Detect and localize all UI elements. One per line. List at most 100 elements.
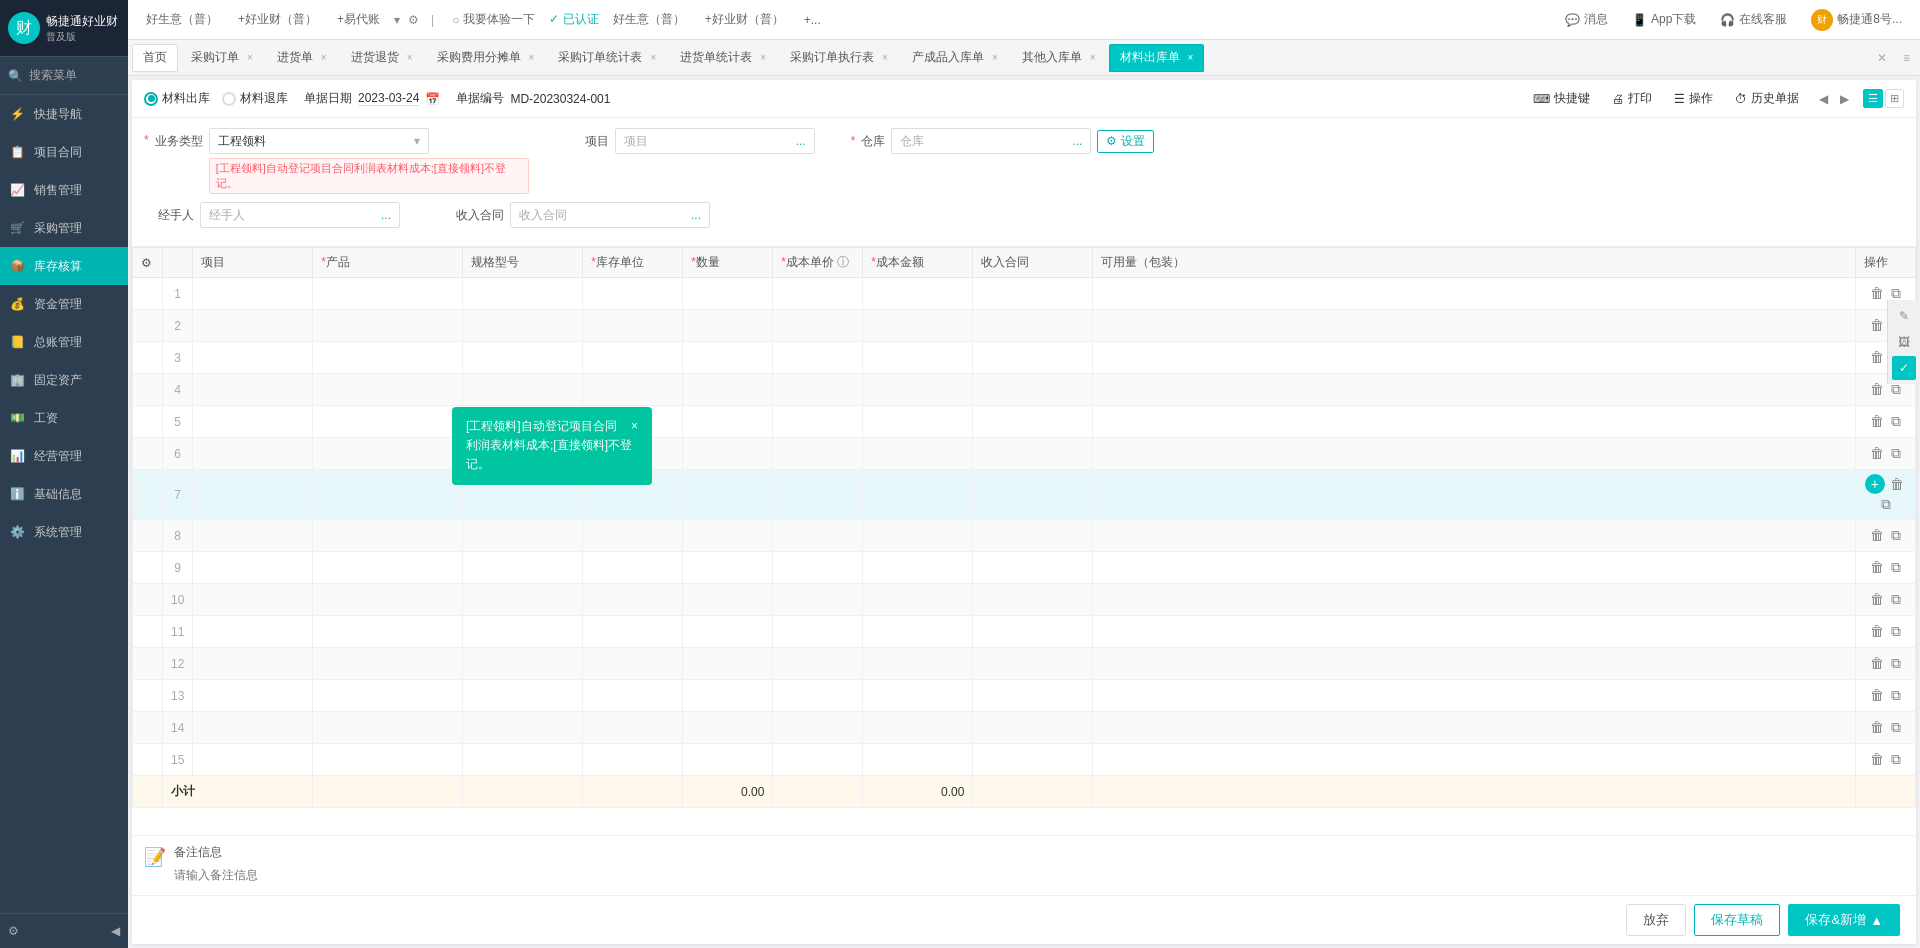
warehouse-input[interactable]: 仓库 ... [891, 128, 1091, 154]
tab-close-all-icon[interactable]: ✕ [1871, 49, 1893, 67]
row-qty-cell[interactable] [683, 552, 773, 584]
row-cost-price-cell[interactable] [773, 552, 863, 584]
row-cost-amount-cell[interactable] [863, 374, 973, 406]
row-project-cell[interactable] [193, 342, 313, 374]
row-unit-cell[interactable] [583, 680, 683, 712]
row-unit-cell[interactable] [583, 584, 683, 616]
topbar-message[interactable]: 💬 消息 [1559, 9, 1614, 30]
delete-row-btn[interactable]: 🗑 [1868, 315, 1886, 335]
row-cost-price-cell[interactable] [773, 406, 863, 438]
sidebar-collapse-icon[interactable]: ◀ [111, 924, 120, 938]
row-project-input[interactable] [201, 488, 304, 502]
income-contract-input[interactable]: 收入合同 ... [510, 202, 710, 228]
row-product-input[interactable] [321, 488, 454, 502]
row-spec-cell[interactable] [463, 744, 583, 776]
row-unit-cell[interactable] [583, 648, 683, 680]
settings-btn[interactable]: ⚙ 设置 [1097, 130, 1154, 153]
row-cost-price-cell[interactable] [773, 520, 863, 552]
delete-row-btn[interactable]: 🗑 [1868, 347, 1886, 367]
operation-btn[interactable]: ☰ 操作 [1668, 88, 1719, 109]
sidebar-item-finance[interactable]: 💰资金管理 [0, 285, 128, 323]
copy-row-btn[interactable]: ⧉ [1889, 653, 1903, 674]
sidebar-item-inventory[interactable]: 📦库存核算 [0, 247, 128, 285]
history-btn[interactable]: ⏱ 历史单据 [1729, 88, 1805, 109]
print-btn[interactable]: 🖨 打印 [1606, 88, 1658, 109]
row-product-cell[interactable] [313, 406, 463, 438]
row-project-cell[interactable] [193, 310, 313, 342]
delete-row-btn[interactable]: 🗑 [1868, 379, 1886, 399]
save-new-button[interactable]: 保存&新增 ▲ [1788, 904, 1900, 936]
row-project-cell[interactable] [193, 680, 313, 712]
row-available-qty-cell[interactable] [1093, 648, 1856, 680]
row-available-qty-cell[interactable] [1093, 470, 1856, 520]
row-available-qty-cell[interactable] [1093, 552, 1856, 584]
row-unit-cell[interactable] [583, 712, 683, 744]
row-income-contract-cell[interactable] [973, 438, 1093, 470]
row-spec-cell[interactable] [463, 278, 583, 310]
row-spec-cell[interactable] [463, 310, 583, 342]
row-income-contract-cell[interactable] [973, 712, 1093, 744]
sidebar-item-fixed-assets[interactable]: 🏢固定资产 [0, 361, 128, 399]
row-product-cell[interactable] [313, 744, 463, 776]
tab-首页[interactable]: 首页 [132, 44, 178, 72]
discard-button[interactable]: 放弃 [1626, 904, 1686, 936]
topbar-biz-1[interactable]: 好生意（普） [607, 9, 691, 30]
row-project-cell[interactable] [193, 374, 313, 406]
info-icon[interactable]: ⓘ [837, 255, 849, 269]
sidebar-item-accounting[interactable]: 📒总账管理 [0, 323, 128, 361]
row-product-cell[interactable] [313, 374, 463, 406]
tab-close-icon[interactable]: × [882, 52, 888, 63]
row-cost-price-cell[interactable] [773, 616, 863, 648]
tab-进货单统计表[interactable]: 进货单统计表× [669, 44, 777, 72]
row-project-cell[interactable] [193, 278, 313, 310]
row-income-contract-cell[interactable] [973, 648, 1093, 680]
row-spec-cell[interactable] [463, 374, 583, 406]
topbar-dropdown-arrow[interactable]: ▾ [394, 13, 400, 27]
row-cost-price-cell[interactable] [773, 278, 863, 310]
row-cost-price-cell[interactable] [773, 470, 863, 520]
row-unit-cell[interactable] [583, 374, 683, 406]
row-spec-cell[interactable] [463, 342, 583, 374]
delete-row-btn[interactable]: 🗑 [1868, 749, 1886, 769]
row-cost-amount-cell[interactable] [863, 744, 973, 776]
row-product-cell[interactable] [313, 680, 463, 712]
copy-row-btn[interactable]: ⧉ [1889, 411, 1903, 432]
row-cost-price-cell[interactable] [773, 374, 863, 406]
tab-采购费用分摊单[interactable]: 采购费用分摊单× [426, 44, 546, 72]
row-cost-price-cell[interactable] [773, 648, 863, 680]
delete-row-btn[interactable]: 🗑 [1868, 557, 1886, 577]
row-qty-cell[interactable] [683, 744, 773, 776]
row-available-qty-cell[interactable] [1093, 712, 1856, 744]
topbar-nav-1[interactable]: 好生意（普） [140, 9, 224, 30]
right-panel-check-btn[interactable]: ✓ [1892, 356, 1916, 380]
topbar-user[interactable]: 财 畅捷通8号... [1805, 7, 1908, 33]
row-spec-cell[interactable] [463, 584, 583, 616]
sidebar-item-project-contract[interactable]: 📋项目合同 [0, 133, 128, 171]
tab-进货单[interactable]: 进货单× [266, 44, 338, 72]
row-cost-price-cell[interactable] [773, 310, 863, 342]
row-cost-amount-cell[interactable] [863, 278, 973, 310]
row-income-contract-cell[interactable] [973, 310, 1093, 342]
row-available-qty-cell[interactable] [1093, 406, 1856, 438]
sidebar-item-payroll[interactable]: 💵工资 [0, 399, 128, 437]
project-expand-btn[interactable]: ... [796, 134, 806, 148]
tab-close-icon[interactable]: × [760, 52, 766, 63]
tab-其他入库单[interactable]: 其他入库单× [1011, 44, 1107, 72]
row-qty-cell[interactable] [683, 278, 773, 310]
topbar-biz-2[interactable]: +好业财（普） [699, 9, 790, 30]
page-next-btn[interactable]: ▶ [1836, 90, 1853, 108]
row-qty-cell[interactable] [683, 648, 773, 680]
tab-list-icon[interactable]: ≡ [1897, 49, 1916, 67]
topbar-online-service[interactable]: 🎧 在线客服 [1714, 9, 1793, 30]
th-settings[interactable]: ⚙ [133, 248, 163, 278]
row-project-cell[interactable] [193, 520, 313, 552]
row-qty-cell[interactable] [683, 520, 773, 552]
topbar-more[interactable]: +... [798, 11, 827, 29]
sidebar-item-system[interactable]: ⚙️系统管理 [0, 513, 128, 551]
row-product-cell[interactable] [313, 648, 463, 680]
row-available-qty-cell[interactable] [1093, 342, 1856, 374]
row-unit-cell[interactable] [583, 520, 683, 552]
save-draft-button[interactable]: 保存草稿 [1694, 904, 1780, 936]
project-input[interactable]: 项目 ... [615, 128, 815, 154]
row-project-cell[interactable] [193, 406, 313, 438]
